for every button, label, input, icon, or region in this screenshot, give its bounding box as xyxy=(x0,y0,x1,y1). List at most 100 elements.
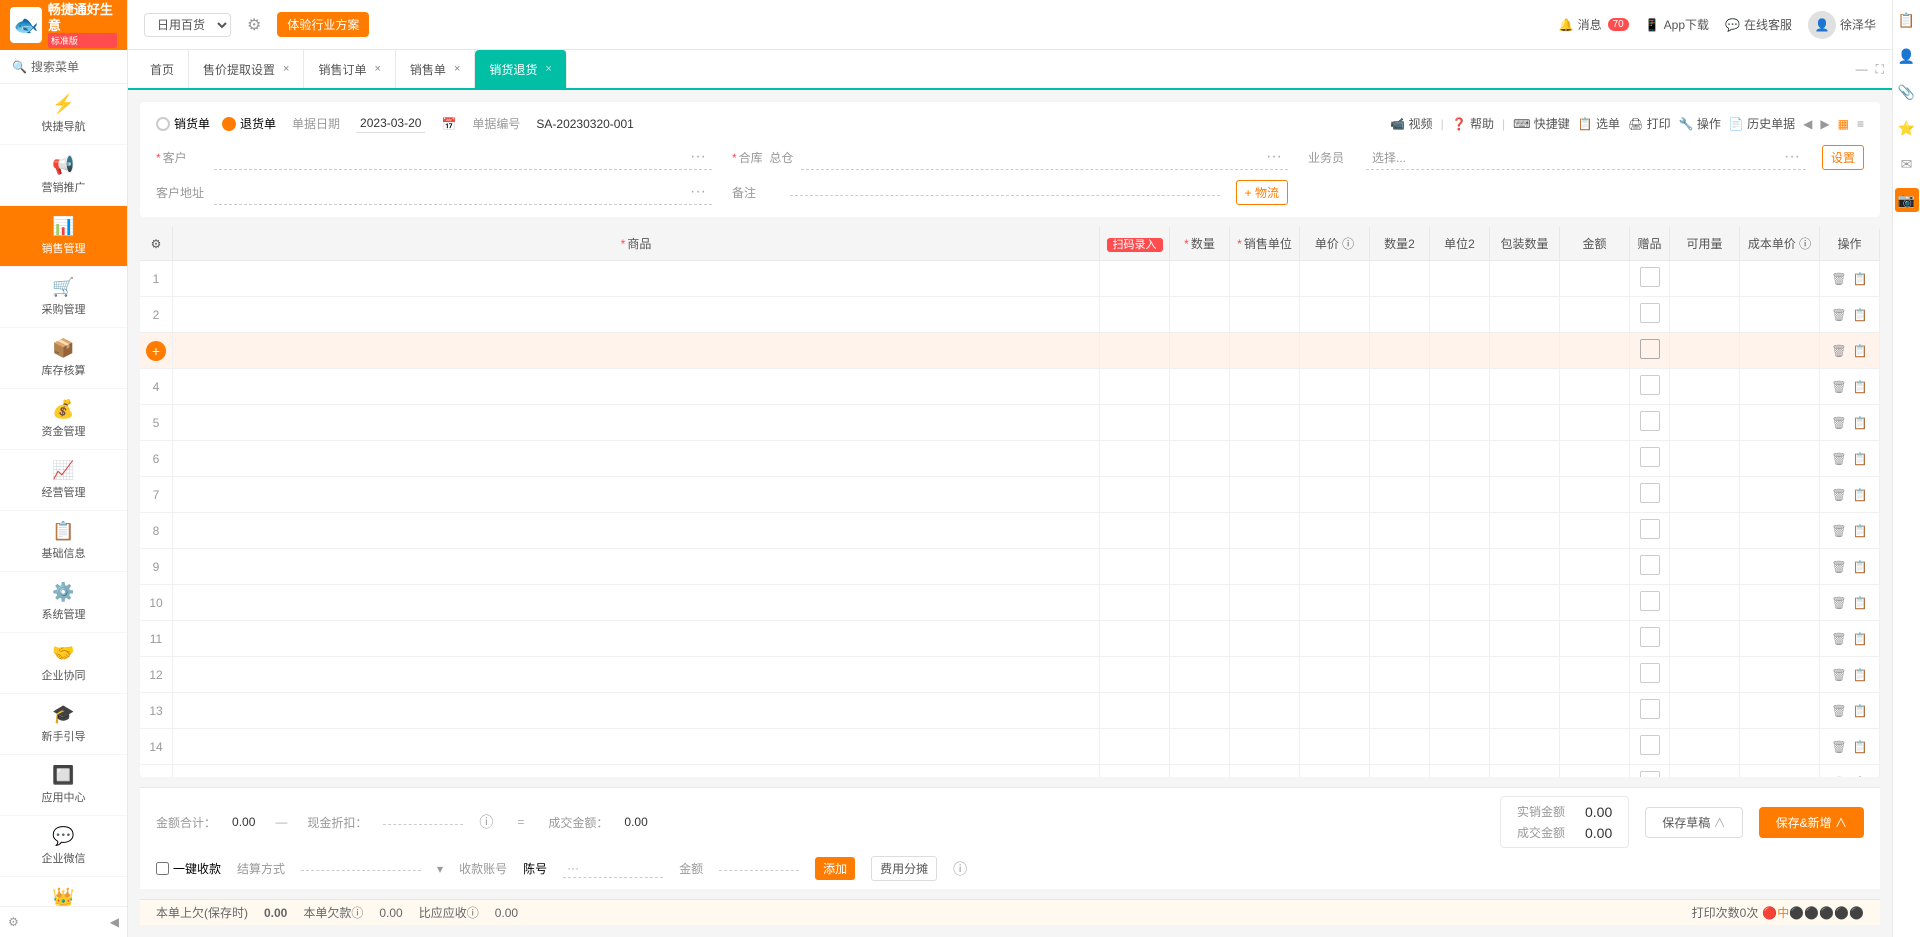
qty-cell[interactable] xyxy=(1170,549,1230,585)
gift-checkbox[interactable] xyxy=(1640,303,1660,323)
delete-icon[interactable]: 🗑 xyxy=(1831,344,1846,358)
gift-checkbox[interactable] xyxy=(1640,411,1660,431)
amount-cell[interactable] xyxy=(1560,405,1630,441)
qty2-cell[interactable] xyxy=(1370,477,1430,513)
gift-checkbox[interactable] xyxy=(1640,375,1660,395)
product-cell[interactable] xyxy=(173,693,1100,729)
copy-icon[interactable]: 📋 xyxy=(1853,308,1868,322)
delete-icon[interactable]: 🗑 xyxy=(1831,488,1846,502)
unit-cell[interactable] xyxy=(1230,297,1300,333)
cost-cell[interactable] xyxy=(1740,765,1820,778)
add-button[interactable]: 添加 xyxy=(815,857,855,880)
unit2-cell[interactable] xyxy=(1430,441,1490,477)
amount-cell[interactable] xyxy=(1560,693,1630,729)
pack-qty-cell[interactable] xyxy=(1490,333,1560,369)
unit2-cell[interactable] xyxy=(1430,765,1490,778)
price-cell[interactable] xyxy=(1300,405,1370,441)
gift-checkbox[interactable] xyxy=(1640,447,1660,467)
product-cell[interactable] xyxy=(173,405,1100,441)
product-cell[interactable] xyxy=(173,765,1100,778)
qty-cell[interactable] xyxy=(1170,405,1230,441)
available-cell[interactable] xyxy=(1670,297,1740,333)
gift-checkbox[interactable] xyxy=(1640,267,1660,287)
amount-cell[interactable] xyxy=(1560,549,1630,585)
gift-cell[interactable] xyxy=(1630,549,1670,585)
copy-icon[interactable]: 📋 xyxy=(1853,272,1868,286)
cost-cell[interactable] xyxy=(1740,729,1820,765)
operate-btn[interactable]: 🔧 操作 xyxy=(1679,115,1721,132)
settings-icon[interactable]: ⚙ xyxy=(8,915,19,929)
tab-price-extract[interactable]: 售价提取设置 × xyxy=(189,50,304,88)
unit-cell[interactable] xyxy=(1230,621,1300,657)
pack-qty-cell[interactable] xyxy=(1490,369,1560,405)
product-cell[interactable] xyxy=(173,369,1100,405)
radio-sale[interactable]: 销货单 xyxy=(156,115,210,132)
available-cell[interactable] xyxy=(1670,657,1740,693)
price-cell[interactable] xyxy=(1300,549,1370,585)
account-input[interactable]: ··· xyxy=(563,859,663,878)
sidebar-item-enterprise[interactable]: 🤝 企业协同 xyxy=(0,633,127,694)
help-btn[interactable]: ❓ 帮助 xyxy=(1452,115,1494,132)
sidebar-item-quick-nav[interactable]: ⚡ 快捷导航 xyxy=(0,84,127,145)
unit-cell[interactable] xyxy=(1230,477,1300,513)
qty-cell[interactable] xyxy=(1170,261,1230,297)
price-cell[interactable] xyxy=(1300,261,1370,297)
pack-qty-cell[interactable] xyxy=(1490,405,1560,441)
qty-cell[interactable] xyxy=(1170,621,1230,657)
date-value[interactable]: 2023-03-20 xyxy=(356,114,425,133)
price-cell[interactable] xyxy=(1300,729,1370,765)
available-cell[interactable] xyxy=(1670,441,1740,477)
copy-icon[interactable]: 📋 xyxy=(1853,344,1868,358)
tab-sales[interactable]: 销售单 × xyxy=(396,50,475,88)
sidebar-item-purchase[interactable]: 🛒 采购管理 xyxy=(0,267,127,328)
delete-icon[interactable]: 🗑 xyxy=(1831,272,1846,286)
trial-button[interactable]: 体验行业方案 xyxy=(277,12,369,37)
gift-cell[interactable] xyxy=(1630,405,1670,441)
delete-icon[interactable]: 🗑 xyxy=(1831,596,1846,610)
available-cell[interactable] xyxy=(1670,585,1740,621)
amount-cell[interactable] xyxy=(1560,333,1630,369)
save-new-button[interactable]: 保存&新增 ∧ xyxy=(1759,807,1864,838)
copy-icon[interactable]: 📋 xyxy=(1853,668,1868,682)
sidebar-item-wechat[interactable]: 💬 企业微信 xyxy=(0,816,127,877)
unit2-cell[interactable] xyxy=(1430,693,1490,729)
price-cell[interactable] xyxy=(1300,765,1370,778)
panel-icon-1[interactable]: 📋 xyxy=(1895,8,1919,32)
amount-cell[interactable] xyxy=(1560,441,1630,477)
gift-cell[interactable] xyxy=(1630,261,1670,297)
gift-cell[interactable] xyxy=(1630,333,1670,369)
gift-cell[interactable] xyxy=(1630,657,1670,693)
shortcut-btn[interactable]: ⌨ 快捷键 xyxy=(1513,115,1570,132)
delete-icon[interactable]: 🗑 xyxy=(1831,308,1846,322)
price-cell[interactable] xyxy=(1300,585,1370,621)
video-btn[interactable]: 📹 视频 xyxy=(1390,115,1432,132)
qty2-cell[interactable] xyxy=(1370,297,1430,333)
cost-cell[interactable] xyxy=(1740,441,1820,477)
one-click-payment-label[interactable]: 一键收款 xyxy=(156,860,221,877)
daily-goods-select[interactable]: 日用百货 xyxy=(144,13,231,37)
pack-qty-cell[interactable] xyxy=(1490,297,1560,333)
qty-cell[interactable] xyxy=(1170,477,1230,513)
grid-view-icon[interactable]: ▦ xyxy=(1838,117,1849,131)
gift-checkbox[interactable] xyxy=(1640,627,1660,647)
pack-qty-cell[interactable] xyxy=(1490,585,1560,621)
unit-cell[interactable] xyxy=(1230,441,1300,477)
expense-split-button[interactable]: 费用分摊 xyxy=(871,856,937,881)
qty-cell[interactable] xyxy=(1170,513,1230,549)
warehouse-input[interactable]: ··· xyxy=(801,145,1288,170)
unit2-cell[interactable] xyxy=(1430,549,1490,585)
sidebar-item-basic-info[interactable]: 📋 基础信息 xyxy=(0,511,127,572)
calendar-icon[interactable]: 📅 xyxy=(441,117,456,131)
amount-cell[interactable] xyxy=(1560,765,1630,778)
copy-icon[interactable]: 📋 xyxy=(1853,488,1868,502)
unit-cell[interactable] xyxy=(1230,513,1300,549)
cost-cell[interactable] xyxy=(1740,405,1820,441)
panel-icon-4[interactable]: ⭐ xyxy=(1895,116,1919,140)
list-view-icon[interactable]: ≡ xyxy=(1857,117,1864,131)
th-setting[interactable]: ⚙ xyxy=(140,227,173,261)
qty2-cell[interactable] xyxy=(1370,441,1430,477)
pack-qty-cell[interactable] xyxy=(1490,657,1560,693)
pack-qty-cell[interactable] xyxy=(1490,693,1560,729)
qty-cell[interactable] xyxy=(1170,765,1230,778)
price-cell[interactable] xyxy=(1300,621,1370,657)
